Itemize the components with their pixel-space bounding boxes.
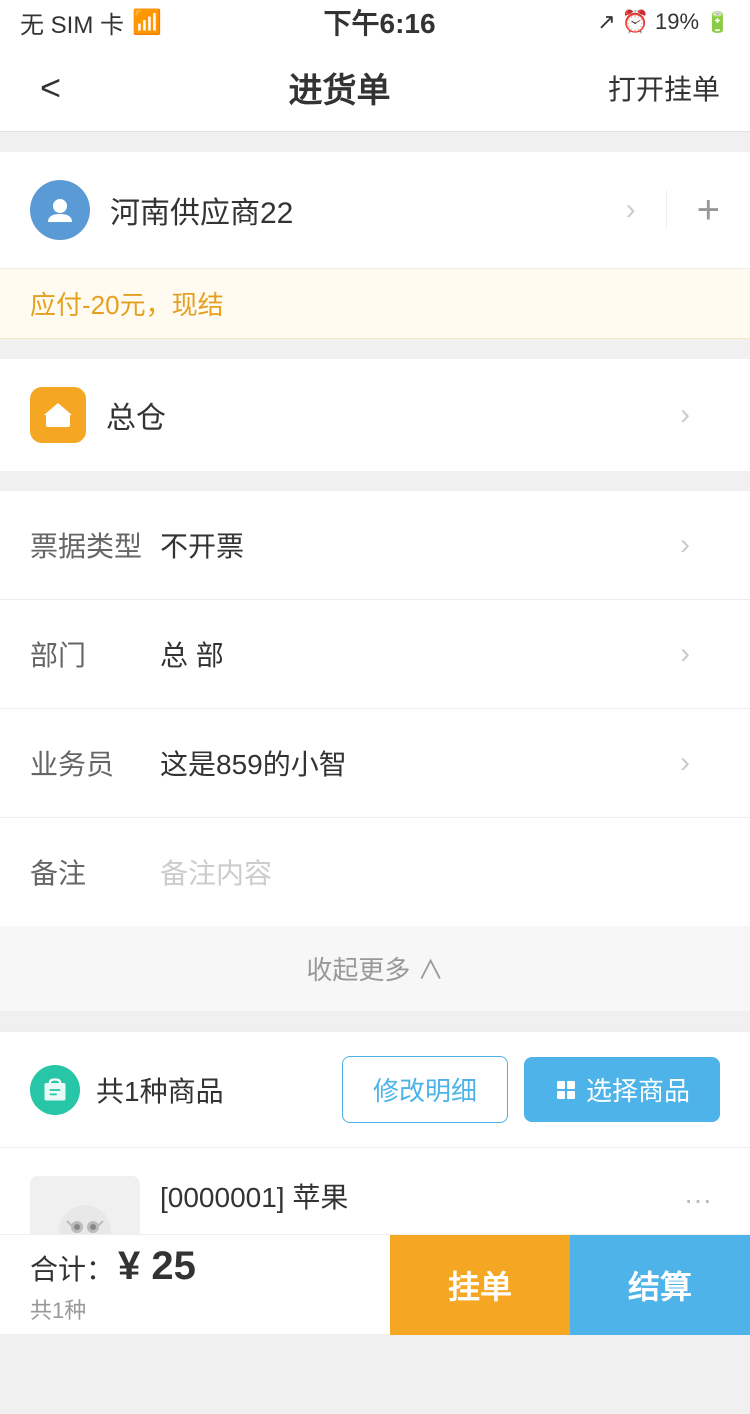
location-icon: ↗: [597, 9, 615, 35]
supplier-avatar: [30, 180, 90, 240]
product-title: 苹果: [292, 1182, 348, 1213]
collapse-button[interactable]: 收起更多 ∧: [0, 926, 750, 1011]
form-row-invoice[interactable]: 票据类型 不开票 ›: [0, 491, 750, 599]
hang-button[interactable]: 挂单: [390, 1235, 570, 1335]
edit-details-button[interactable]: 修改明细: [342, 1056, 508, 1123]
supplier-name: 河南供应商22: [110, 188, 626, 232]
page-title: 进货单: [289, 63, 391, 112]
select-product-label: 选择商品: [586, 1071, 690, 1108]
product-code: [0000001]: [160, 1182, 285, 1213]
notice-bar: 应付-20元，现结: [0, 269, 750, 339]
status-bar: 无 SIM 卡 📶 下午6:16 ↗ ⏰ 19% 🔋: [0, 0, 750, 44]
open-hang-button[interactable]: 打开挂单: [608, 68, 720, 108]
add-supplier-button[interactable]: +: [697, 188, 720, 233]
status-right: ↗ ⏰ 19% 🔋: [597, 9, 730, 35]
warehouse-name: 总仓: [106, 393, 680, 437]
back-button[interactable]: <: [30, 57, 71, 119]
alarm-icon: ⏰: [622, 9, 649, 35]
product-name: [0000001] 苹果: [160, 1176, 676, 1216]
nav-bar: < 进货单 打开挂单: [0, 44, 750, 132]
form-row-note[interactable]: 备注 备注内容: [0, 817, 750, 926]
form-value-salesperson: 这是859的小智: [150, 743, 680, 783]
products-count: 共1种商品: [96, 1070, 342, 1110]
section-gap-2: [0, 339, 750, 359]
form-label-salesperson: 业务员: [30, 743, 150, 783]
form-section: 票据类型 不开票 › 部门 总 部 › 业务员 这是859的小智 › 备注 备注…: [0, 491, 750, 926]
form-placeholder-note[interactable]: 备注内容: [150, 852, 720, 892]
warehouse-chevron-icon: ›: [680, 398, 690, 432]
total-count: 共1种: [30, 1293, 360, 1325]
section-gap-4: [0, 1011, 750, 1031]
invoice-chevron-icon: ›: [680, 528, 690, 562]
warehouse-icon: [30, 387, 86, 443]
status-left: 无 SIM 卡 📶: [20, 5, 162, 40]
select-product-button[interactable]: 选择商品: [524, 1057, 720, 1122]
form-label-department: 部门: [30, 634, 150, 674]
form-value-department: 总 部: [150, 634, 680, 674]
checkout-button[interactable]: 结算: [570, 1235, 750, 1335]
section-gap-3: [0, 471, 750, 491]
wifi-icon: 📶: [132, 8, 162, 37]
form-label-invoice: 票据类型: [30, 525, 150, 565]
total-label: 合计：: [30, 1248, 114, 1288]
time-display: 下午6:16: [324, 2, 436, 42]
form-row-department[interactable]: 部门 总 部 ›: [0, 599, 750, 708]
battery-text: 19%: [655, 9, 699, 35]
products-icon: [30, 1065, 80, 1115]
section-gap-1: [0, 132, 750, 152]
form-value-invoice: 不开票: [150, 525, 680, 565]
form-row-salesperson[interactable]: 业务员 这是859的小智 ›: [0, 708, 750, 817]
department-chevron-icon: ›: [680, 637, 690, 671]
total-section: 合计： ¥ 25 共1种: [0, 1244, 390, 1325]
warehouse-row[interactable]: 总仓 ›: [0, 359, 750, 471]
divider: [666, 190, 667, 230]
supplier-row[interactable]: 河南供应商22 › +: [0, 152, 750, 269]
supplier-chevron-icon: ›: [626, 193, 636, 227]
total-amount: ¥ 25: [118, 1244, 196, 1289]
warehouse-section: 总仓 ›: [0, 359, 750, 471]
form-label-note: 备注: [30, 852, 150, 892]
supplier-section: 河南供应商22 › + 应付-20元，现结: [0, 152, 750, 339]
products-header: 共1种商品 修改明细 选择商品: [0, 1031, 750, 1147]
salesperson-chevron-icon: ›: [680, 746, 690, 780]
battery-icon: 🔋: [705, 10, 730, 35]
bottom-bar: 合计： ¥ 25 共1种 挂单 结算: [0, 1234, 750, 1334]
carrier-text: 无 SIM 卡: [20, 5, 124, 40]
product-more-button[interactable]: ···: [676, 1176, 720, 1224]
